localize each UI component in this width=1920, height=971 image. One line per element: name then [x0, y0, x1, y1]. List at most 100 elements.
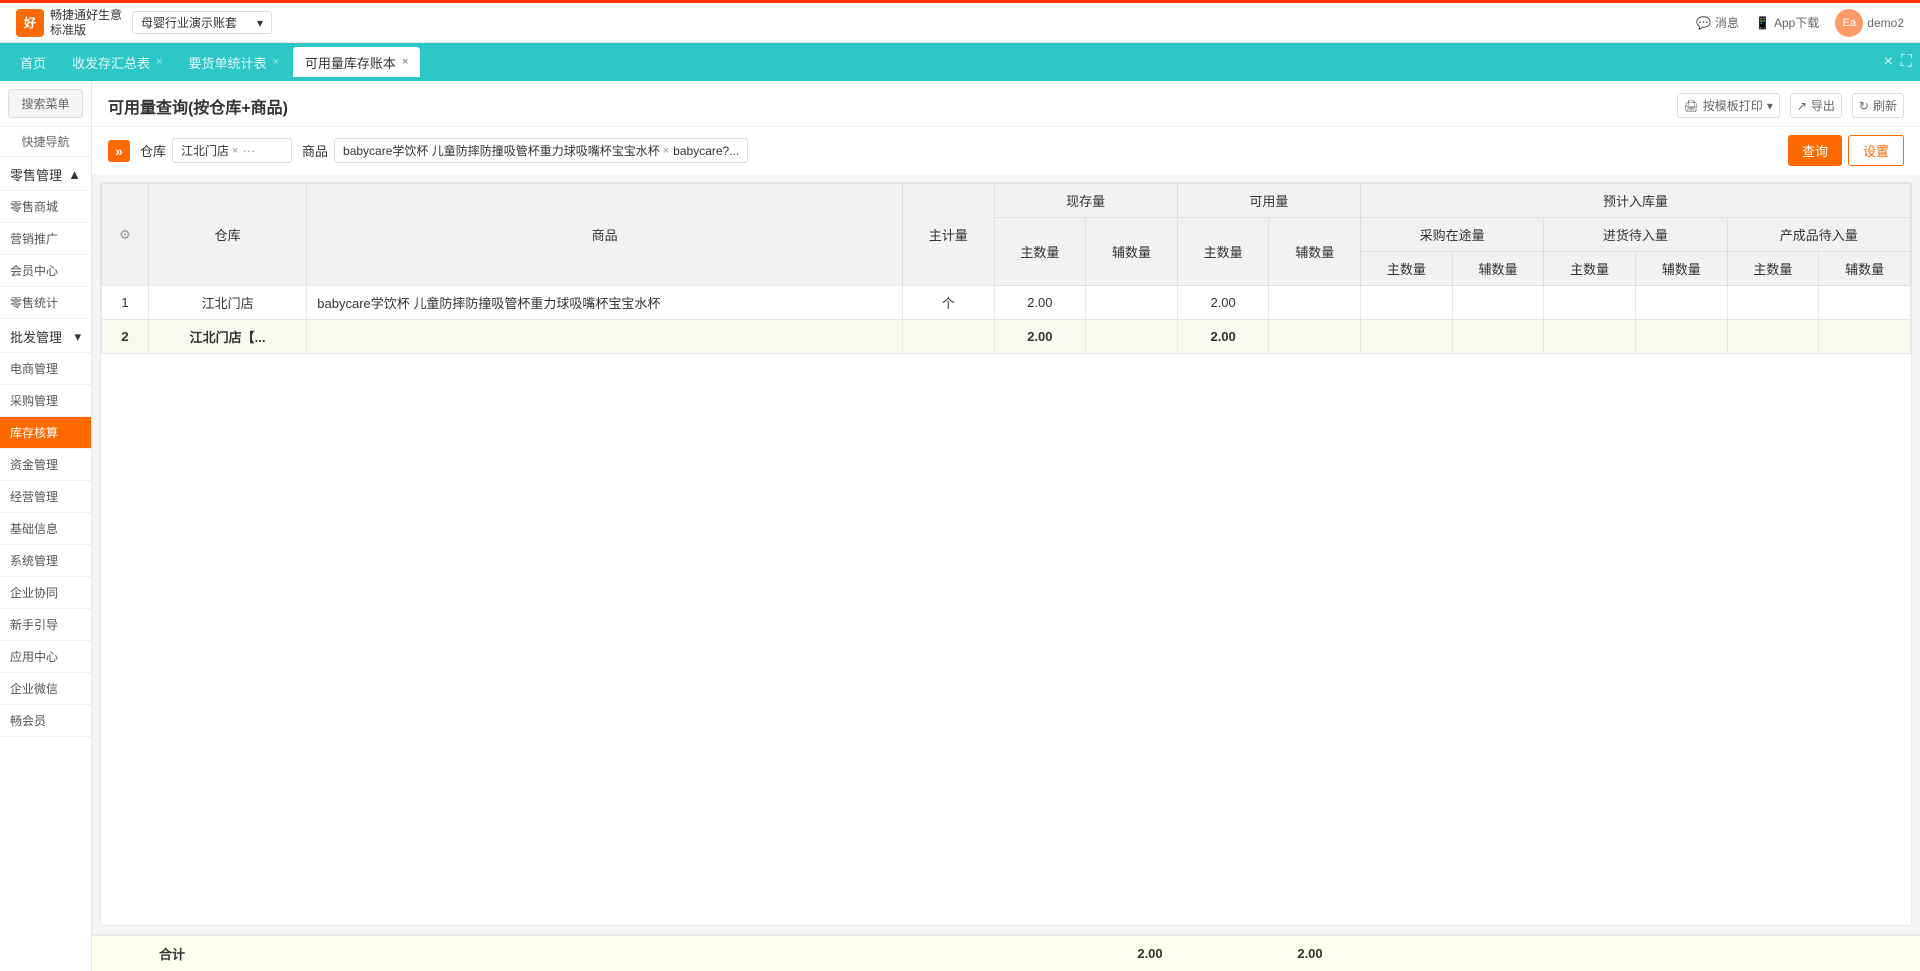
row-warehouse: 江北门店 [148, 286, 306, 320]
sidebar-item-retail-stats[interactable]: 零售统计 [0, 287, 91, 319]
row-available-aux [1269, 286, 1361, 320]
forecast-col-header: 预计入库量 [1361, 184, 1911, 218]
product-label: 商品 [302, 141, 328, 160]
logo-text: 畅捷通好生意 标准版 [50, 8, 122, 37]
footer-stock-main: 2.00 [1110, 946, 1190, 961]
footer-available-main: 2.00 [1270, 946, 1350, 961]
query-btn[interactable]: 查询 [1788, 135, 1842, 166]
message-btn[interactable]: 💬 消息 [1696, 14, 1739, 31]
chevron-up-icon: ▲ [68, 167, 81, 182]
message-icon: 💬 [1696, 16, 1711, 30]
tab-available-stock[interactable]: 可用量库存账本 × [293, 47, 420, 77]
row-finished-main [1727, 286, 1819, 320]
subtotal-warehouse: 江北门店【... [148, 320, 306, 354]
warehouse-tag-remove[interactable]: × [232, 145, 238, 157]
sidebar-item-newbie[interactable]: 新手引导 [0, 609, 91, 641]
subtotal-available-main: 2.00 [1177, 320, 1269, 354]
tab-home[interactable]: 首页 [8, 47, 58, 77]
finished-main-header: 主数量 [1727, 252, 1819, 286]
chevron-down-icon: ▾ [74, 329, 81, 345]
subtotal-product [307, 320, 903, 354]
logo-icon: 好 [16, 9, 44, 37]
row-available-main: 2.00 [1177, 286, 1269, 320]
app-download-btn[interactable]: 📱 App下载 [1755, 14, 1819, 31]
footer-label: 合计 [132, 944, 212, 963]
finished-header: 产成品待入量 [1727, 218, 1910, 252]
sidebar-item-purchase[interactable]: 采购管理 [0, 385, 91, 417]
product-input[interactable]: babycare学饮杯 儿童防摔防撞吸管杯重力球吸嘴杯宝宝水杯 × babyca… [334, 138, 748, 163]
user-menu[interactable]: Ea demo2 [1835, 9, 1904, 37]
tab-receive-send[interactable]: 收发存汇总表 × [60, 47, 174, 77]
sidebar-item-retail-mall[interactable]: 零售商城 [0, 191, 91, 223]
sidebar-item-ecommerce[interactable]: 电商管理 [0, 353, 91, 385]
unit-col-header: 主计量 [902, 184, 994, 286]
warehouse-more-btn[interactable]: ··· [242, 143, 255, 158]
stock-aux-header: 辅数量 [1086, 218, 1178, 286]
row-stock-main: 2.00 [994, 286, 1086, 320]
tab-bar-actions: × ⛶ [1883, 53, 1920, 71]
row-stock-aux [1086, 286, 1178, 320]
content-area: 可用量查询(按仓库+商品) 🖨 按模板打印 ▾ ↗ 导出 ↻ 刷新 » [92, 81, 1920, 971]
top-bar: 好 畅捷通好生意 标准版 母婴行业演示账套 ▾ 💬 消息 📱 App下载 Ea … [0, 3, 1920, 43]
pur-transit-aux-header: 辅数量 [1452, 252, 1544, 286]
export-btn[interactable]: ↗ 导出 [1790, 93, 1842, 118]
settings-col-header[interactable]: ⚙ [102, 184, 149, 286]
refresh-btn[interactable]: ↻ 刷新 [1852, 93, 1904, 118]
tab-close-order-stats[interactable]: × [272, 56, 278, 68]
sidebar-section-retail[interactable]: 零售管理 ▲ [0, 157, 91, 191]
table-row-subtotal: 2 江北门店【... 2.00 2.00 [102, 320, 1911, 354]
sidebar-item-member[interactable]: 畅会员 [0, 705, 91, 737]
sidebar-item-app-center[interactable]: 应用中心 [0, 641, 91, 673]
close-all-tabs-btn[interactable]: × [1883, 53, 1892, 71]
export-icon: ↗ [1797, 99, 1807, 113]
setting-btn[interactable]: 设置 [1848, 135, 1904, 166]
filter-bar: » 仓库 江北门店 × ··· 商品 babycare学饮杯 儿童防摔防撞吸管杯… [92, 126, 1920, 174]
product-tag-1: babycare学饮杯 儿童防摔防撞吸管杯重力球吸嘴杯宝宝水杯 × [343, 142, 669, 159]
table-row: 1 江北门店 babycare学饮杯 儿童防摔防撞吸管杯重力球吸嘴杯宝宝水杯 个… [102, 286, 1911, 320]
sidebar-item-basic-info[interactable]: 基础信息 [0, 513, 91, 545]
page-header: 可用量查询(按仓库+商品) 🖨 按模板打印 ▾ ↗ 导出 ↻ 刷新 [92, 81, 1920, 126]
table-wrap: ⚙ 仓库 商品 主计量 现存量 可用量 预计入库量 主数量 辅数量 主数量 辅数… [100, 182, 1912, 926]
main-layout: 搜索菜单 快捷导航 零售管理 ▲ 零售商城 营销推广 会员中心 零售统计 批发管… [0, 81, 1920, 971]
fullscreen-btn[interactable]: ⛶ [1901, 53, 1912, 71]
sidebar-section-wholesale[interactable]: 批发管理 ▾ [0, 319, 91, 353]
product-col-header: 商品 [307, 184, 903, 286]
row-seq: 1 [102, 286, 149, 320]
subtotal-stock-aux [1086, 320, 1178, 354]
row-pur-transit-aux [1452, 286, 1544, 320]
finished-aux-header: 辅数量 [1819, 252, 1911, 286]
subtotal-incoming-main [1544, 320, 1636, 354]
subtotal-pur-transit-aux [1452, 320, 1544, 354]
stock-col-header: 现存量 [994, 184, 1177, 218]
subtotal-pur-transit-main [1361, 320, 1453, 354]
sidebar-item-marketing[interactable]: 营销推广 [0, 223, 91, 255]
warehouse-filter-group: 仓库 江北门店 × ··· [140, 138, 292, 163]
template-print-btn[interactable]: 🖨 按模板打印 ▾ [1677, 93, 1780, 118]
sidebar-item-enterprise[interactable]: 企业协同 [0, 577, 91, 609]
tab-order-stats[interactable]: 要货单统计表 × [176, 47, 290, 77]
sidebar-item-operations[interactable]: 经营管理 [0, 481, 91, 513]
subtotal-unit [902, 320, 994, 354]
tab-bar: 首页 收发存汇总表 × 要货单统计表 × 可用量库存账本 × × ⛶ [0, 43, 1920, 81]
filter-toggle-btn[interactable]: » [108, 140, 130, 162]
tab-close-available-stock[interactable]: × [402, 56, 408, 68]
warehouse-input[interactable]: 江北门店 × ··· [172, 138, 292, 163]
logo-area: 好 畅捷通好生意 标准版 [16, 8, 122, 37]
sidebar-item-inventory[interactable]: 库存核算 [0, 417, 91, 449]
stock-main-header: 主数量 [994, 218, 1086, 286]
sidebar-item-quick-nav[interactable]: 快捷导航 [0, 127, 91, 157]
sidebar-item-enterprise-wechat[interactable]: 企业微信 [0, 673, 91, 705]
available-main-header: 主数量 [1177, 218, 1269, 286]
sidebar-item-member-center[interactable]: 会员中心 [0, 255, 91, 287]
mobile-icon: 📱 [1755, 16, 1770, 30]
tab-close-receive-send[interactable]: × [156, 56, 162, 68]
product-tag1-remove[interactable]: × [663, 145, 669, 157]
industry-select[interactable]: 母婴行业演示账套 ▾ [132, 11, 272, 34]
sidebar-search-btn[interactable]: 搜索菜单 [8, 89, 83, 118]
data-table: ⚙ 仓库 商品 主计量 现存量 可用量 预计入库量 主数量 辅数量 主数量 辅数… [101, 183, 1911, 354]
refresh-icon: ↻ [1859, 99, 1869, 113]
incoming-header: 进货待入量 [1544, 218, 1727, 252]
row-incoming-aux [1635, 286, 1727, 320]
sidebar-item-system[interactable]: 系统管理 [0, 545, 91, 577]
sidebar-item-finance[interactable]: 资金管理 [0, 449, 91, 481]
